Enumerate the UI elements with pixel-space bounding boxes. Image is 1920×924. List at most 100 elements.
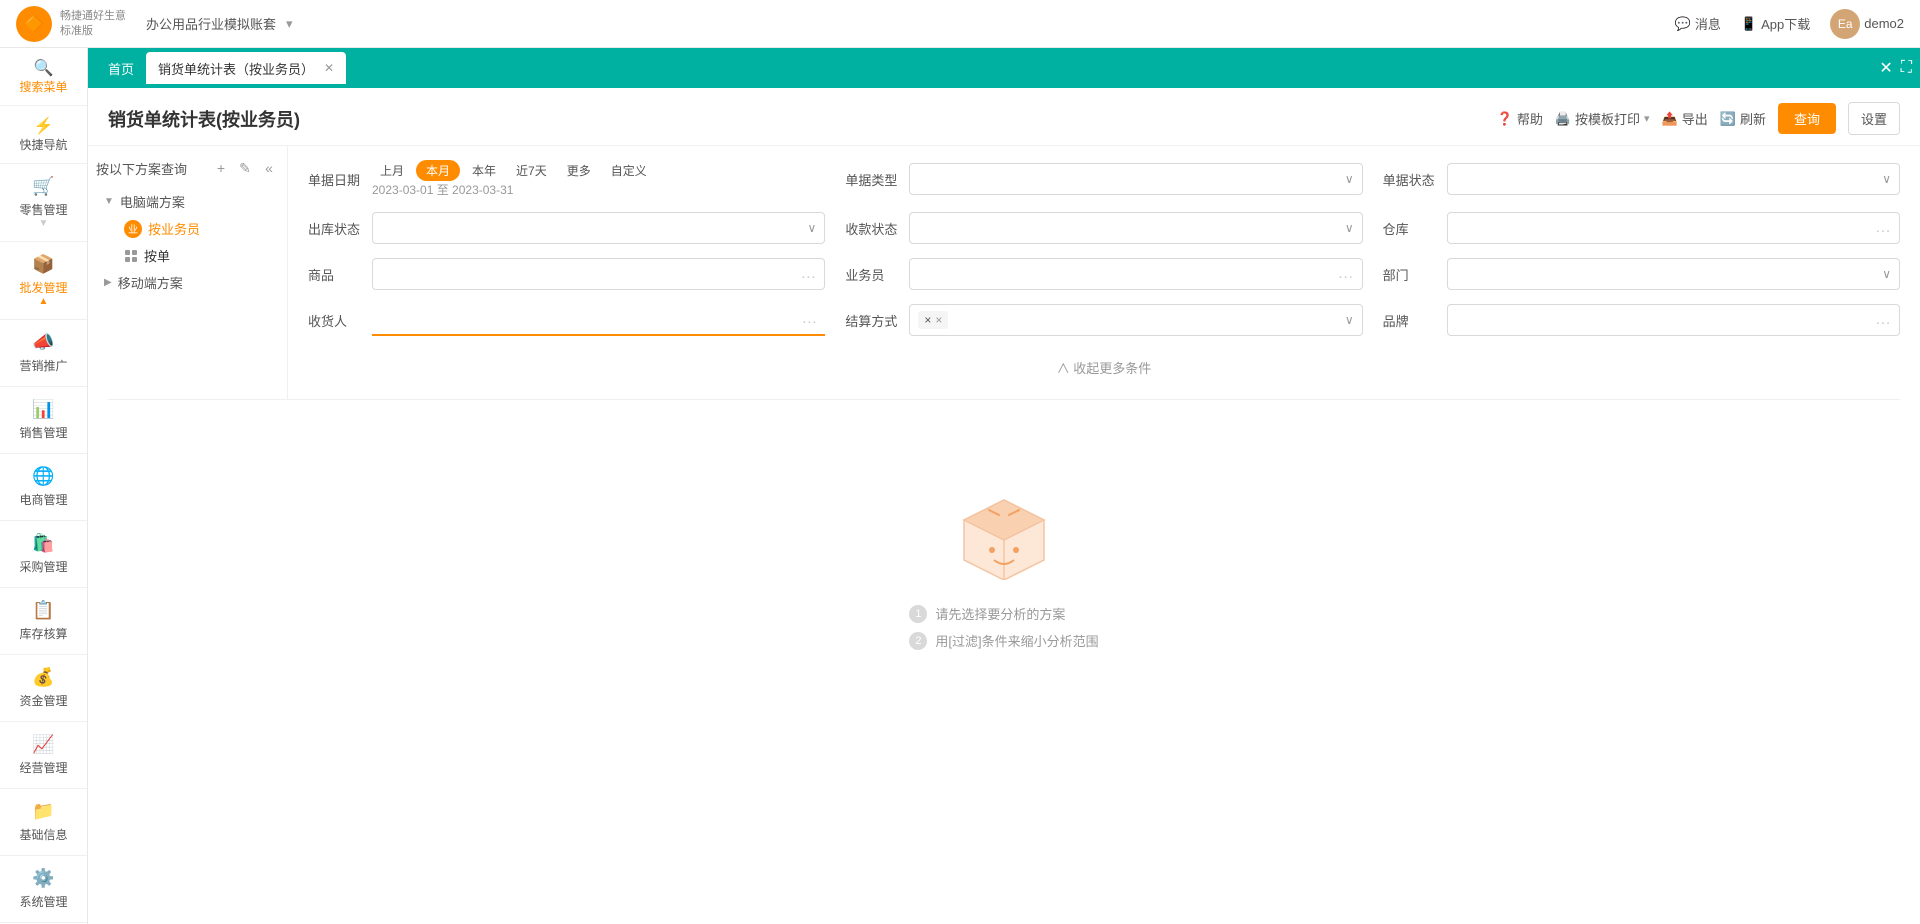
sidebar-item-inventory[interactable]: 📋 库存核算 <box>0 588 87 655</box>
user-name-label: demo2 <box>1864 16 1904 31</box>
app-download-label: App下载 <box>1761 14 1810 33</box>
scheme-sub-salesperson[interactable]: 业 按业务员 <box>96 215 279 242</box>
settlement-clear-button[interactable]: × <box>935 313 942 327</box>
help-icon: ❓ <box>1497 111 1513 127</box>
receipt-chevron-icon: ∨ <box>1345 221 1354 235</box>
sidebar-item-finance[interactable]: 💰 资金管理 <box>0 655 87 722</box>
export-button[interactable]: 📤 导出 <box>1662 109 1708 128</box>
receipt-select[interactable]: ∨ <box>909 212 1362 244</box>
app-download-button[interactable]: 📱 App下载 <box>1741 14 1810 33</box>
message-label: 消息 <box>1695 14 1721 33</box>
date-tab-custom[interactable]: 自定义 <box>603 160 655 181</box>
scheme-edit-button[interactable]: ✎ <box>235 158 255 178</box>
sidebar-item-ecommerce[interactable]: 🌐 电商管理 <box>0 454 87 521</box>
page-title: 销货单统计表(按业务员) <box>108 106 300 132</box>
filter-row-1: 单据日期 上月 本月 本年 近7天 更多 自定义 20 <box>308 160 1900 198</box>
home-tab-label: 首页 <box>108 59 134 78</box>
brand-label: 品牌 <box>1383 311 1439 330</box>
main-layout: 🔍 搜索菜单 ⚡ 快捷导航 🛒 零售管理 ▼ 📦 批发管理 ▲ 📣 营销推广 📊… <box>0 48 1920 924</box>
doc-status-select[interactable]: ∨ <box>1447 163 1900 195</box>
sales-icon: 📊 <box>32 399 54 420</box>
outbound-select[interactable]: ∨ <box>372 212 825 244</box>
message-button[interactable]: 💬 消息 <box>1675 14 1721 33</box>
settlement-select[interactable]: × × ∨ <box>909 304 1362 336</box>
empty-state: 1 请先选择要分析的方案 2 用[过滤]条件来缩小分析范围 <box>88 400 1920 730</box>
outbound-chevron-icon: ∨ <box>808 221 817 235</box>
wholesale-expand-icon: ▲ <box>39 296 49 307</box>
tab-close-icon[interactable]: ✕ <box>324 61 334 75</box>
filter-field-consignee: 收货人 … <box>308 304 825 336</box>
department-select[interactable]: ∨ <box>1447 258 1900 290</box>
app-download-icon: 📱 <box>1741 16 1757 32</box>
salesperson-input[interactable]: … <box>909 258 1362 290</box>
tab-home[interactable]: 首页 <box>96 52 146 84</box>
sidebar-item-operations[interactable]: 📈 经营管理 <box>0 722 87 789</box>
tab-sales-report[interactable]: 销货单统计表（按业务员） ✕ <box>146 52 346 84</box>
salesperson-scheme-label: 按业务员 <box>148 219 200 238</box>
refresh-button[interactable]: 🔄 刷新 <box>1720 109 1766 128</box>
date-label: 单据日期 <box>308 170 364 189</box>
filter-field-doc-type: 单据类型 ∨ <box>845 163 1362 195</box>
operations-icon: 📈 <box>32 734 54 755</box>
tab-window-maximize-icon[interactable]: ⛶ <box>1901 59 1912 77</box>
sidebar-item-label: 库存核算 <box>19 625 67 642</box>
app-name-dropdown-icon[interactable]: ▾ <box>286 16 293 32</box>
scheme-tree-mobile-group[interactable]: ▶ 移动端方案 <box>96 269 279 296</box>
template-print-button[interactable]: 🖨️ 按模板打印 ▾ <box>1555 109 1650 128</box>
filter-field-date: 单据日期 上月 本月 本年 近7天 更多 自定义 20 <box>308 160 825 198</box>
scheme-add-button[interactable]: + <box>211 158 231 178</box>
date-tab-more[interactable]: 更多 <box>559 160 599 181</box>
help-button[interactable]: ❓ 帮助 <box>1497 109 1543 128</box>
sidebar-item-wholesale[interactable]: 📦 批发管理 ▲ <box>0 242 87 320</box>
inventory-icon: 📋 <box>32 600 54 621</box>
refresh-label: 刷新 <box>1740 109 1766 128</box>
tip-1-text: 请先选择要分析的方案 <box>935 604 1065 623</box>
settlement-label: 结算方式 <box>845 311 901 330</box>
content-area: 首页 销货单统计表（按业务员） ✕ ✕ ⛶ 销货单统计表(按业务员) ❓ 帮助 <box>88 48 1920 924</box>
filter-row-4: 收货人 … 结算方式 × × <box>308 304 1900 336</box>
scheme-collapse-button[interactable]: « <box>259 158 279 178</box>
date-tab-this-month[interactable]: 本月 <box>416 160 460 181</box>
date-tab-last-month[interactable]: 上月 <box>372 160 412 181</box>
date-tabs: 上月 本月 本年 近7天 更多 自定义 <box>372 160 825 181</box>
tab-bar-actions: ✕ ⛶ <box>1879 58 1912 78</box>
collapse-filters-button[interactable]: ∧ 收起更多条件 <box>308 350 1900 385</box>
sidebar-item-marketing[interactable]: 📣 营销推广 <box>0 320 87 387</box>
goods-input[interactable]: … <box>372 258 825 290</box>
filter-field-receipt: 收款状态 ∨ <box>845 212 1362 244</box>
settings-button[interactable]: 设置 <box>1848 102 1900 135</box>
date-tab-last7[interactable]: 近7天 <box>508 160 555 181</box>
header-right: 💬 消息 📱 App下载 Ea demo2 <box>1675 9 1904 39</box>
brand-input[interactable]: … <box>1447 304 1900 336</box>
query-button[interactable]: 查询 <box>1778 103 1836 134</box>
filter-field-warehouse: 仓库 … <box>1383 212 1900 244</box>
goods-label: 商品 <box>308 265 364 284</box>
scheme-panel-actions: + ✎ « <box>211 158 279 178</box>
tab-window-close-icon[interactable]: ✕ <box>1879 58 1892 78</box>
sidebar-quick-nav[interactable]: ⚡ 快捷导航 <box>0 106 87 164</box>
sidebar-item-sales[interactable]: 📊 销售管理 <box>0 387 87 454</box>
doc-type-select[interactable]: ∨ <box>909 163 1362 195</box>
scheme-tree-pc-group[interactable]: ▼ 电脑端方案 <box>96 188 279 215</box>
sidebar-item-basics[interactable]: 📁 基础信息 <box>0 789 87 856</box>
consignee-label: 收货人 <box>308 311 364 330</box>
template-print-dropdown-icon: ▾ <box>1644 112 1650 125</box>
refresh-icon: 🔄 <box>1720 111 1736 127</box>
settlement-tag-value: × <box>924 313 931 327</box>
scheme-sub-order[interactable]: 按单 <box>96 242 279 269</box>
empty-tip-2: 2 用[过滤]条件来缩小分析范围 <box>909 631 1098 650</box>
settlement-chevron-icon: ∨ <box>1345 313 1354 327</box>
page-content: 销货单统计表(按业务员) ❓ 帮助 🖨️ 按模板打印 ▾ 📤 导出 <box>88 88 1920 924</box>
warehouse-input[interactable]: … <box>1447 212 1900 244</box>
empty-illustration <box>944 480 1064 580</box>
page-actions: ❓ 帮助 🖨️ 按模板打印 ▾ 📤 导出 🔄 刷新 <box>1497 102 1900 135</box>
sidebar-search[interactable]: 🔍 搜索菜单 <box>0 48 87 106</box>
sidebar-item-system[interactable]: ⚙️ 系统管理 <box>0 856 87 923</box>
sidebar-item-retail[interactable]: 🛒 零售管理 ▼ <box>0 164 87 242</box>
date-tab-this-year[interactable]: 本年 <box>464 160 504 181</box>
goods-dots-icon: … <box>800 265 816 283</box>
consignee-input[interactable]: … <box>372 304 825 336</box>
user-profile-button[interactable]: Ea demo2 <box>1830 9 1904 39</box>
filter-field-brand: 品牌 … <box>1383 304 1900 336</box>
sidebar-item-purchase[interactable]: 🛍️ 采购管理 <box>0 521 87 588</box>
